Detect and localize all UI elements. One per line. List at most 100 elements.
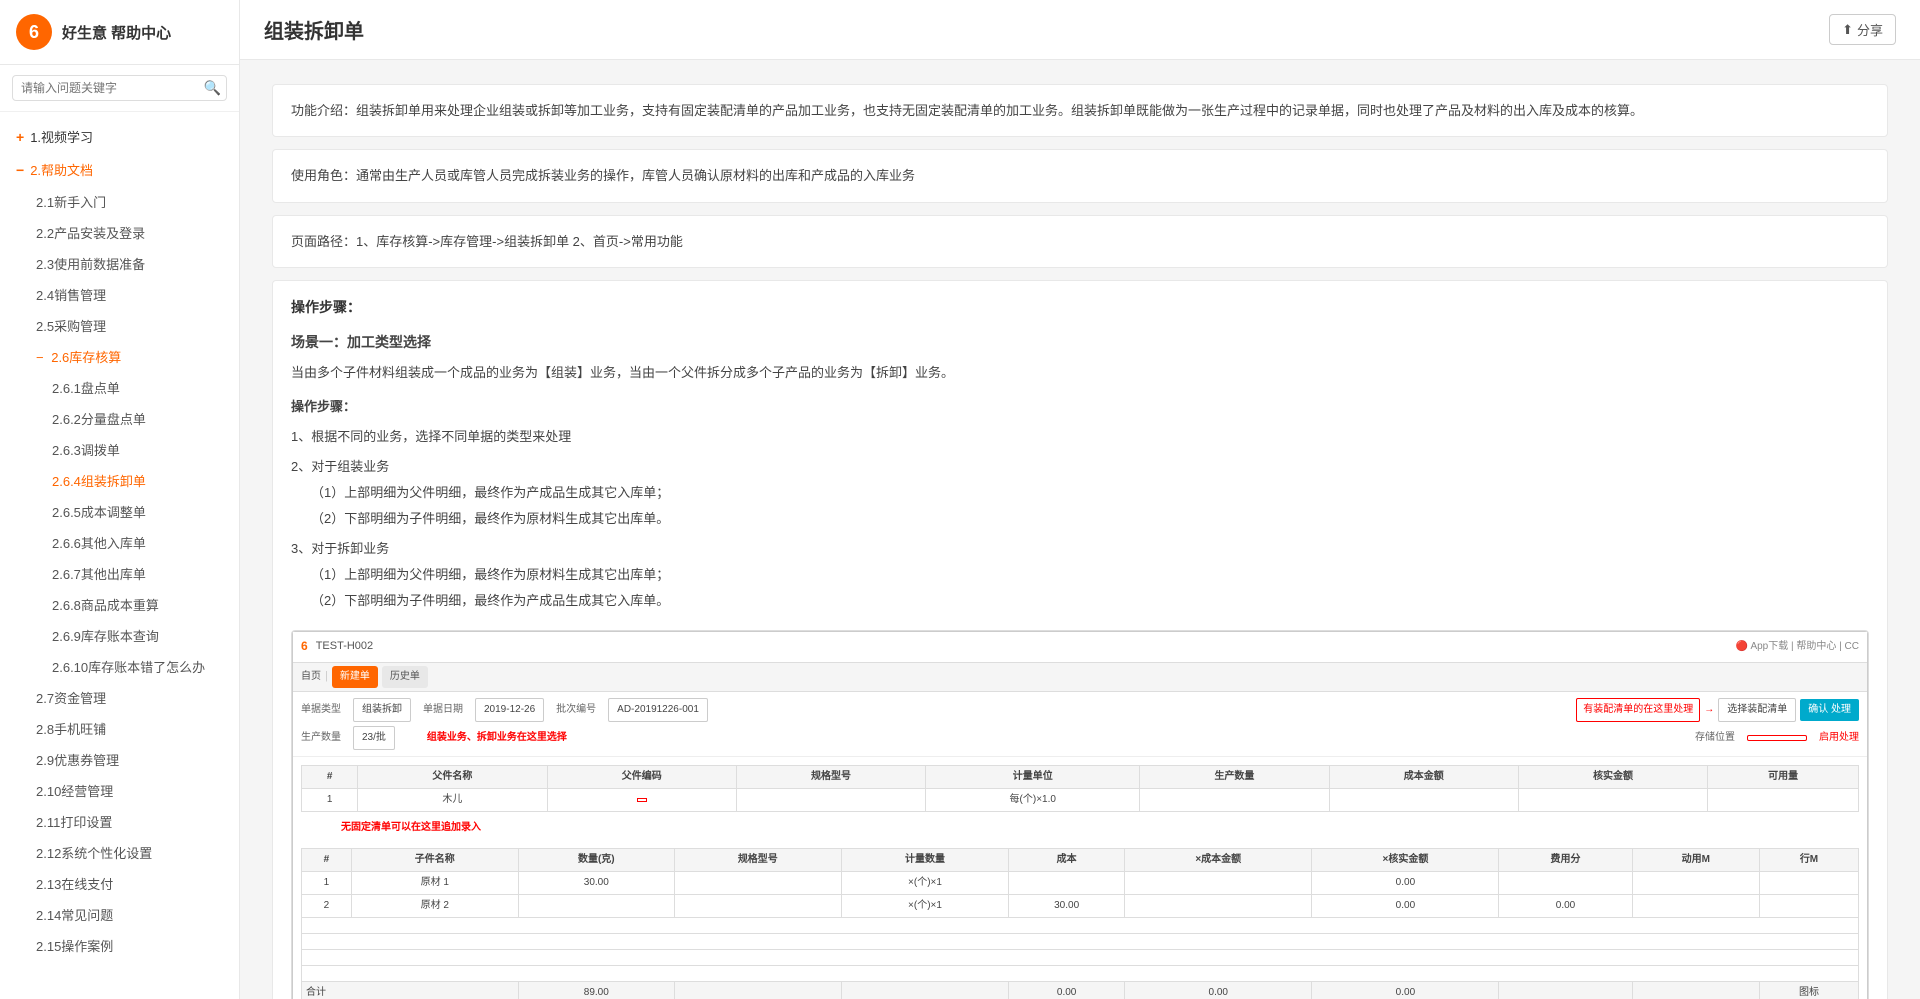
logo-text: 好生意 帮助中心 (62, 22, 171, 43)
sim-date-label: 单据日期 (423, 701, 463, 719)
sim-parent-code-input (637, 798, 647, 802)
sim-cth-cost-amt: ×成本金额 (1125, 848, 1312, 871)
nav-grandchild-2-6-5[interactable]: 2.6.5成本调整单 (0, 496, 239, 527)
nav-grandchild-2-6-9[interactable]: 2.6.9库存账本查询 (0, 620, 239, 651)
sim-ann2-text: 组装业务、拆卸业务在这里选择 (427, 729, 567, 747)
header: 组装拆卸单 ⬆ 分享 (240, 0, 1920, 60)
nav-section-title-1[interactable]: + 1.视频学习 (0, 120, 239, 153)
step3-2: （2）下部明细为子件明细，最终作为产成品生成其它入库单。 (311, 588, 1869, 614)
sim-cfoot-unit (841, 981, 1008, 999)
sim-child-row-2: 2 原材 2 ×(个)×1 30.00 0.00 0.00 (302, 894, 1859, 917)
sim-parent-cell-no: 1 (302, 788, 358, 811)
share-icon: ⬆ (1842, 22, 1853, 38)
nav-grandchild-2-6-2[interactable]: 2.6.2分量盘点单 (0, 403, 239, 434)
nav-child-2-1[interactable]: 2.1新手入门 (0, 186, 239, 217)
nav-grandchild-2-6-4[interactable]: 2.6.4组装拆卸单 (0, 465, 239, 496)
sim-cth-spec: 规格型号 (674, 848, 841, 871)
sim-cth-name: 子件名称 (351, 848, 518, 871)
sim-nav-3: 历史单 (382, 666, 428, 688)
nav-child-2-2[interactable]: 2.2产品安装及登录 (0, 217, 239, 248)
search-button[interactable]: 🔍 (204, 80, 221, 97)
search-input[interactable] (12, 75, 227, 101)
nav-child-2-3[interactable]: 2.3使用前数据准备 (0, 248, 239, 279)
sim-cr2-row (1759, 894, 1858, 917)
sim-cfoot-qty: 89.00 (518, 981, 674, 999)
sim-cth-no: # (302, 848, 352, 871)
sim-child-row-5 (302, 949, 1859, 965)
sim-cth-unit: 计量数量 (841, 848, 1008, 871)
sim-cr1-dym (1632, 871, 1759, 894)
sim-th-spec: 规格型号 (736, 765, 925, 788)
sim-type-label: 单据类型 (301, 701, 341, 719)
nav-grandchild-2-6-1[interactable]: 2.6.1盘点单 (0, 372, 239, 403)
nav-child-2-12[interactable]: 2.12系统个性化设置 (0, 837, 239, 868)
nav-child-2-11[interactable]: 2.11打印设置 (0, 806, 239, 837)
sim-ann1-arrow: → (1704, 701, 1714, 719)
sim-cth-fee: 费用分 (1499, 848, 1632, 871)
nav-section-1: + 1.视频学习 (0, 120, 239, 153)
sim-parent-cell-actual (1518, 788, 1707, 811)
sim-cfoot-cost-amt: 0.00 (1125, 981, 1312, 999)
sim-parent-cell-unit: 每(个)×1.0 (926, 788, 1140, 811)
sim-th-no: # (302, 765, 358, 788)
sim-parent-row-1: 1 木儿 每(个)×1.0 (302, 788, 1859, 811)
sim-cfoot-spec (674, 981, 841, 999)
nav-child-2-10[interactable]: 2.10经营管理 (0, 775, 239, 806)
sim-child-table: # 子件名称 数量(克) 规格型号 计量数量 成本 ×成本金额 ×核实金额 费用… (301, 848, 1859, 999)
search-wrap: 🔍 (12, 75, 227, 101)
nav-child-2-7[interactable]: 2.7资金管理 (0, 682, 239, 713)
step2-2: （2）下部明细为子件明细，最终作为原材料生成其它出库单。 (311, 506, 1869, 532)
nav-child-2-13[interactable]: 2.13在线支付 (0, 868, 239, 899)
nav-grandchild-2-6-7[interactable]: 2.6.7其他出库单 (0, 558, 239, 589)
sim-cr2-qty (518, 894, 674, 917)
collapse-icon-2: − (16, 162, 24, 178)
sim-th-parent-code: 父件编码 (547, 765, 736, 788)
nav-grandchildren-2-6: 2.6.1盘点单 2.6.2分量盘点单 2.6.3调拨单 2.6.4组装拆卸单 … (0, 372, 239, 682)
sim-subnav: 自页 | 新建单 历史单 (293, 663, 1867, 692)
sim-cfoot-dym (1632, 981, 1759, 999)
main-content: 组装拆卸单 ⬆ 分享 功能介绍：组装拆卸单用来处理企业组装或拆卸等加工业务，支持… (240, 0, 1920, 999)
search-area: 🔍 (0, 65, 239, 112)
sim-cr1-fee (1499, 871, 1632, 894)
steps-block: 操作步骤： 场景一：加工类型选择 当由多个子件材料组装成一个成品的业务为【组装】… (272, 280, 1888, 999)
share-button[interactable]: ⬆ 分享 (1829, 14, 1896, 45)
sim-count-label: 生产数量 (301, 729, 341, 747)
nav-child-2-6[interactable]: − 2.6库存核算 (0, 341, 239, 372)
nav-child-2-14[interactable]: 2.14常见问题 (0, 899, 239, 930)
nav-child-2-9[interactable]: 2.9优惠券管理 (0, 744, 239, 775)
nav-grandchild-2-6-10[interactable]: 2.6.10库存账本错了怎么办 (0, 651, 239, 682)
nav-child-2-5[interactable]: 2.5采购管理 (0, 310, 239, 341)
nav-child-2-15[interactable]: 2.15操作案例 (0, 930, 239, 961)
nav-child-2-4[interactable]: 2.4销售管理 (0, 279, 239, 310)
nav-grandchild-2-6-8[interactable]: 2.6.8商品成本重算 (0, 589, 239, 620)
sim-cr1-name: 原材 1 (351, 871, 518, 894)
sim-date-value: 2019-12-26 (475, 698, 544, 722)
nav-tree: + 1.视频学习 − 2.帮助文档 2.1新手入门 2.2产品安装及登录 2.3… (0, 112, 239, 999)
sim-ann3-label: 存储位置 (1695, 729, 1735, 747)
path-block: 页面路径：1、库存核算->库存管理->组装拆卸单 2、首页->常用功能 (272, 215, 1888, 268)
nav-section-2: − 2.帮助文档 2.1新手入门 2.2产品安装及登录 2.3使用前数据准备 2… (0, 153, 239, 961)
sim-cr1-cost (1009, 871, 1125, 894)
sim-cr1-actual: 0.00 (1312, 871, 1499, 894)
sim-cfoot-row: 图标 (1759, 981, 1858, 999)
sim-cr1-row (1759, 871, 1858, 894)
nav-child-2-8[interactable]: 2.8手机旺铺 (0, 713, 239, 744)
sim-child-row-4 (302, 933, 1859, 949)
sim-cr1-unit: ×(个)×1 (841, 871, 1008, 894)
sim-cr2-dym (1632, 894, 1759, 917)
sim-cr1-spec (674, 871, 841, 894)
nav-grandchild-2-6-6[interactable]: 2.6.6其他入库单 (0, 527, 239, 558)
sim-child-row-6 (302, 965, 1859, 981)
expand-icon-1: + (16, 129, 24, 145)
sim-parent-cell-avail (1708, 788, 1859, 811)
sim-form-row2: 生产数量 23/批 组装业务、拆卸业务在这里选择 存储位置 启用处理 (301, 726, 1859, 750)
nav-section-title-2[interactable]: − 2.帮助文档 (0, 153, 239, 186)
sim-cr3-empty (302, 917, 1859, 933)
sim-cr2-cost-amt (1125, 894, 1312, 917)
sim-cfoot-label: 合计 (302, 981, 519, 999)
sim-cth-cost: 成本 (1009, 848, 1125, 871)
nav-grandchild-2-6-3[interactable]: 2.6.3调拨单 (0, 434, 239, 465)
sim-ann4-area: 无固定清单可以在这里追加录入 (293, 816, 1867, 840)
sim-cth-dym: 动用M (1632, 848, 1759, 871)
sim-th-avail: 可用量 (1708, 765, 1859, 788)
